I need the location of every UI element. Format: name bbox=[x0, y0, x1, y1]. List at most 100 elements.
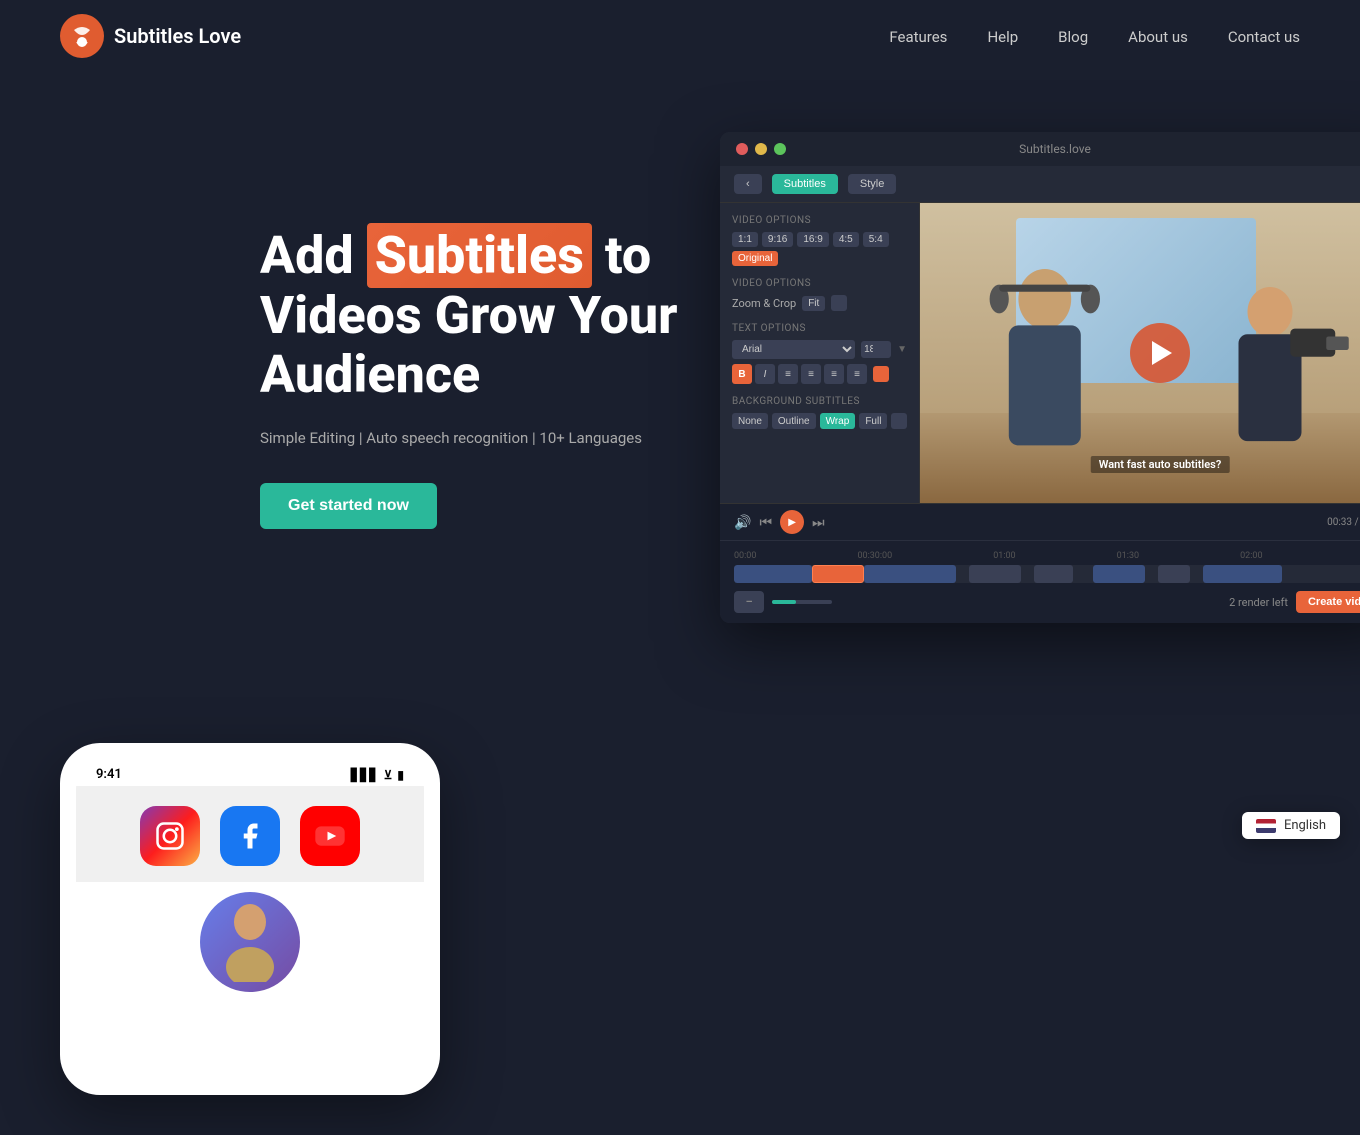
ruler-1m: 01:00 bbox=[993, 551, 1015, 561]
track-seg-6 bbox=[1158, 565, 1191, 583]
minimize-button-dot bbox=[755, 143, 767, 155]
phone-avatar-area bbox=[76, 882, 424, 992]
hero-section: Add Subtitles toVideos Grow YourAudience… bbox=[0, 72, 1360, 703]
language-selector[interactable]: English bbox=[1242, 812, 1340, 839]
ratio-1-1[interactable]: 1:1 bbox=[732, 232, 758, 247]
hero-content: Add Subtitles toVideos Grow YourAudience… bbox=[260, 226, 680, 529]
align-right-button[interactable]: ≡ bbox=[824, 364, 844, 384]
site-name: Subtitles Love bbox=[114, 24, 241, 48]
rewind-button[interactable]: ⏮ bbox=[759, 514, 772, 531]
zoom-crop-label: Zoom & Crop bbox=[732, 297, 796, 310]
phone-mockup: 9:41 ▋▋▋ ⊻ ▮ bbox=[60, 743, 440, 1095]
color-picker-swatch[interactable] bbox=[873, 366, 889, 382]
zoom-slider[interactable] bbox=[772, 600, 832, 604]
style-tab[interactable]: Style bbox=[848, 174, 896, 194]
volume-button[interactable]: 🔊 bbox=[734, 514, 751, 531]
align-justify-button[interactable]: ≡ bbox=[847, 364, 867, 384]
fit-button[interactable]: Fit bbox=[802, 296, 825, 311]
back-button[interactable]: ‹ bbox=[734, 174, 762, 194]
renders-left-label: 2 render left bbox=[1229, 596, 1288, 609]
phone-status-icons: ▋▋▋ ⊻ ▮ bbox=[351, 768, 404, 782]
ratio-9-16[interactable]: 9:16 bbox=[762, 232, 793, 247]
video-options-label: Video options bbox=[732, 215, 907, 226]
font-row: Arial ▼ bbox=[732, 340, 907, 359]
phone-status-bar: 9:41 ▋▋▋ ⊻ ▮ bbox=[76, 759, 424, 786]
get-started-button[interactable]: Get started now bbox=[260, 483, 437, 529]
logo[interactable]: Subtitles Love bbox=[60, 14, 241, 58]
play-button-overlay[interactable] bbox=[1130, 323, 1190, 383]
ratio-16-9[interactable]: 16:9 bbox=[797, 232, 828, 247]
language-label: English bbox=[1284, 818, 1326, 833]
font-size-input[interactable] bbox=[861, 341, 891, 358]
timeline-zoom-controls: − bbox=[734, 591, 832, 613]
play-triangle-icon bbox=[1152, 341, 1172, 365]
editor-titlebar: Subtitles.love bbox=[720, 132, 1360, 166]
editor-main: Video options 1:1 9:16 16:9 4:5 5:4 Orig… bbox=[720, 203, 1360, 503]
logo-icon bbox=[60, 14, 104, 58]
editor-preview: Want fast auto subtitles? bbox=[920, 203, 1360, 503]
subtitles-tab[interactable]: Subtitles bbox=[772, 174, 838, 194]
create-video-button[interactable]: Create video bbox=[1296, 591, 1360, 613]
nav-links: Features Help Blog About us Contact us bbox=[889, 27, 1300, 46]
facebook-icon[interactable] bbox=[220, 806, 280, 866]
bg-none-button[interactable]: None bbox=[732, 413, 768, 429]
us-flag-icon bbox=[1256, 819, 1276, 833]
expand-button-dot bbox=[774, 143, 786, 155]
bold-button[interactable]: B bbox=[732, 364, 752, 384]
wifi-icon: ⊻ bbox=[384, 768, 393, 782]
nav-help[interactable]: Help bbox=[987, 28, 1018, 46]
video-options2-label: Video options bbox=[732, 278, 907, 289]
editor-left-panel: Video options 1:1 9:16 16:9 4:5 5:4 Orig… bbox=[720, 203, 920, 503]
format-row: B I ≡ ≡ ≡ ≡ bbox=[732, 364, 907, 384]
editor-window: Subtitles.love ‹ Subtitles Style Video o… bbox=[720, 132, 1360, 623]
play-icon: ▶ bbox=[788, 517, 796, 528]
track-1 bbox=[734, 565, 1360, 583]
ruler-2m: 02:00 bbox=[1240, 551, 1262, 561]
ruler-30s: 00:30:00 bbox=[857, 551, 892, 561]
track-seg-3 bbox=[969, 565, 1021, 583]
bg-color-swatch[interactable] bbox=[891, 413, 907, 429]
timeline-actions: 2 render left Create video bbox=[1229, 591, 1360, 613]
nav-features[interactable]: Features bbox=[889, 28, 947, 46]
youtube-icon[interactable] bbox=[300, 806, 360, 866]
editor-domain: Subtitles.love bbox=[1019, 142, 1091, 156]
font-select[interactable]: Arial bbox=[732, 340, 855, 359]
track-seg-selected[interactable] bbox=[812, 565, 864, 583]
traffic-lights bbox=[736, 143, 786, 155]
format-buttons: B I ≡ ≡ ≡ ≡ bbox=[732, 364, 867, 384]
timeline-footer: − 2 render left Create video bbox=[734, 591, 1360, 613]
bg-wrap-button[interactable]: Wrap bbox=[820, 413, 856, 429]
italic-button[interactable]: I bbox=[755, 364, 775, 384]
ruler-130: 01:30 bbox=[1117, 551, 1139, 561]
signal-icon: ▋▋▋ bbox=[351, 768, 379, 782]
zoom-out-button[interactable]: − bbox=[734, 591, 764, 613]
ratio-5-4[interactable]: 5:4 bbox=[863, 232, 889, 247]
ruler-0: 00:00 bbox=[734, 551, 756, 561]
navigation: Subtitles Love Features Help Blog About … bbox=[0, 0, 1360, 72]
bg-outline-button[interactable]: Outline bbox=[772, 413, 816, 429]
zoom-crop-row: Zoom & Crop Fit bbox=[732, 295, 907, 311]
ratio-original[interactable]: Original bbox=[732, 251, 778, 266]
battery-icon: ▮ bbox=[397, 768, 404, 782]
ratio-4-5[interactable]: 4:5 bbox=[833, 232, 859, 247]
play-pause-button[interactable]: ▶ bbox=[780, 510, 804, 534]
hero-title-highlight: Subtitles bbox=[367, 223, 592, 288]
bg-subtitles-label: Background subtitles bbox=[732, 396, 907, 407]
text-options-section: Text Options Arial ▼ B I bbox=[732, 323, 907, 384]
subtitle-overlay-text: Want fast auto subtitles? bbox=[1091, 456, 1230, 473]
align-center-button[interactable]: ≡ bbox=[801, 364, 821, 384]
bg-subtitles-section: Background subtitles None Outline Wrap F… bbox=[732, 396, 907, 429]
zoom-fill bbox=[772, 600, 796, 604]
align-left-button[interactable]: ≡ bbox=[778, 364, 798, 384]
nav-contact[interactable]: Contact us bbox=[1228, 28, 1300, 46]
bg-full-button[interactable]: Full bbox=[859, 413, 887, 429]
zoom-swatch bbox=[831, 295, 847, 311]
video-controls: 🔊 ⏮ ▶ ⏭ 00:33 / 05:37 bbox=[720, 503, 1360, 540]
forward-button[interactable]: ⏭ bbox=[812, 514, 825, 531]
video-time: 00:33 / 05:37 bbox=[1327, 517, 1360, 528]
nav-about[interactable]: About us bbox=[1128, 28, 1188, 46]
instagram-icon[interactable] bbox=[140, 806, 200, 866]
close-button-dot bbox=[736, 143, 748, 155]
nav-blog[interactable]: Blog bbox=[1058, 28, 1088, 46]
track-seg-1 bbox=[734, 565, 812, 583]
